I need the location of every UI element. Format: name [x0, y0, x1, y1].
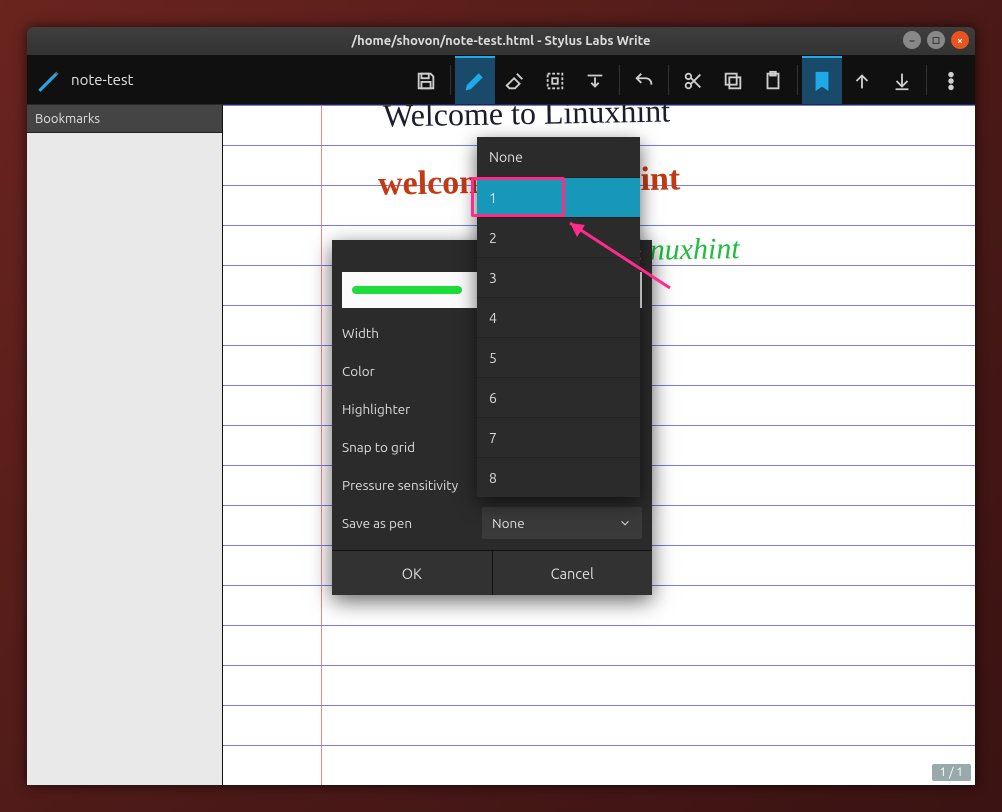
- paste-button[interactable]: [753, 56, 793, 104]
- save-button[interactable]: [406, 56, 446, 104]
- save-as-dropdown: None12345678: [477, 137, 640, 497]
- chevron-down-icon: [618, 516, 632, 530]
- sidebar-body[interactable]: [27, 133, 222, 785]
- bookmark-button[interactable]: [802, 56, 842, 104]
- eraser-tool-button[interactable]: [495, 56, 535, 104]
- document-icon: [31, 63, 65, 97]
- dropdown-item-6[interactable]: 6: [477, 377, 640, 417]
- insert-space-button[interactable]: [575, 56, 615, 104]
- ok-button[interactable]: OK: [332, 551, 492, 595]
- maximize-button[interactable]: ◻: [927, 31, 945, 49]
- sidebar-header: Bookmarks: [27, 105, 222, 133]
- next-page-button[interactable]: [882, 56, 922, 104]
- dropdown-item-8[interactable]: 8: [477, 457, 640, 497]
- close-button[interactable]: ×: [951, 31, 969, 49]
- dropdown-item-7[interactable]: 7: [477, 417, 640, 457]
- dropdown-item-5[interactable]: 5: [477, 337, 640, 377]
- toolbar: note-test: [27, 55, 975, 105]
- dropdown-item-none[interactable]: None: [477, 137, 640, 177]
- overflow-menu-button[interactable]: [931, 56, 971, 104]
- dropdown-item-4[interactable]: 4: [477, 297, 640, 337]
- copy-button[interactable]: [713, 56, 753, 104]
- dropdown-item-2[interactable]: 2: [477, 217, 640, 257]
- preview-stroke: [352, 286, 462, 294]
- bookmarks-sidebar: Bookmarks: [27, 105, 223, 785]
- handwriting-1: Welcome to Linuxhint: [383, 105, 671, 135]
- save-as-select-value: None: [492, 515, 525, 531]
- prev-page-button[interactable]: [842, 56, 882, 104]
- cancel-button[interactable]: Cancel: [492, 551, 653, 595]
- window-controls: – ◻ ×: [903, 31, 969, 49]
- dropdown-item-3[interactable]: 3: [477, 257, 640, 297]
- page-indicator: 1 / 1: [932, 764, 971, 781]
- document-title[interactable]: note-test: [71, 71, 133, 88]
- save-as-select[interactable]: None: [482, 507, 642, 539]
- window-title: /home/shovon/note-test.html - Stylus Lab…: [27, 34, 975, 48]
- note-canvas[interactable]: Welcome to Linuxhint welcome to linuxhin…: [223, 105, 975, 785]
- select-tool-button[interactable]: [535, 56, 575, 104]
- content-area: Bookmarks Welcome to Linuxhint welcome t…: [27, 105, 975, 785]
- minimize-button[interactable]: –: [903, 31, 921, 49]
- pen-tool-button[interactable]: [455, 56, 495, 104]
- row-save-as: Save as pen None: [342, 504, 642, 542]
- dropdown-item-1[interactable]: 1: [477, 177, 640, 217]
- save-as-label: Save as pen: [342, 515, 482, 531]
- app-window: /home/shovon/note-test.html - Stylus Lab…: [27, 27, 975, 785]
- cut-button[interactable]: [673, 56, 713, 104]
- titlebar: /home/shovon/note-test.html - Stylus Lab…: [27, 27, 975, 55]
- dialog-buttons: OK Cancel: [332, 550, 652, 595]
- undo-button[interactable]: [624, 56, 664, 104]
